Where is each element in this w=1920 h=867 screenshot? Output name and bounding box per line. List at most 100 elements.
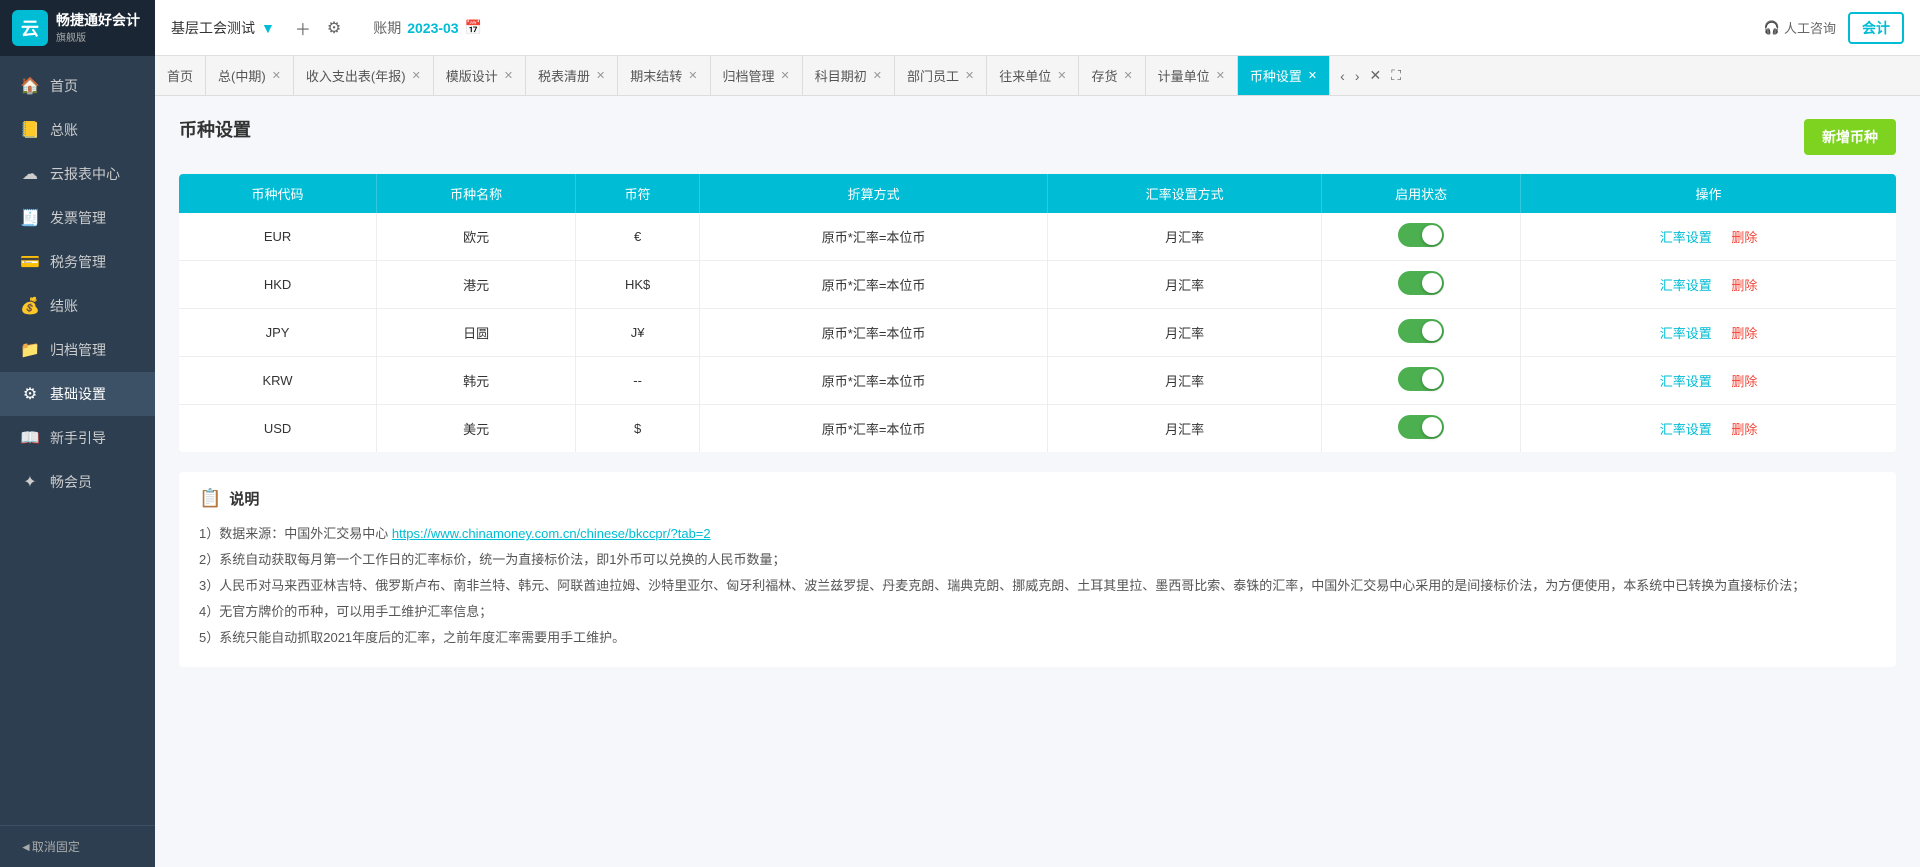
sidebar-item-settings[interactable]: ⚙ 基础设置 [0,372,155,416]
currency-table: 币种代码 币种名称 币符 折算方式 汇率设置方式 启用状态 操作 EUR 欧元 … [179,174,1896,452]
tab-inventory[interactable]: 存货 ✕ [1079,56,1145,96]
rate-setting-link[interactable]: 汇率设置 [1660,230,1712,245]
calendar-icon[interactable]: 📅 [465,19,482,36]
tab-tax-close[interactable]: ✕ [596,69,605,82]
notes-content: 1）数据来源：中国外汇交易中心 https://www.chinamoney.c… [199,521,1876,651]
tab-dept-close[interactable]: ✕ [965,69,974,82]
tab-next-button[interactable]: › [1351,66,1364,86]
sidebar-item-home[interactable]: 🏠 首页 [0,64,155,108]
account-button[interactable]: 会计 [1848,12,1904,44]
page-title: 币种设置 [179,116,251,142]
settings-button[interactable]: ⚙ [323,14,345,42]
note-item: 5）系统只能自动抓取2021年度后的汇率，之前年度汇率需要用手工维护。 [199,625,1876,651]
cloud-icon: ☁ [20,164,40,184]
delete-link[interactable]: 删除 [1731,278,1757,293]
tab-subjects-close[interactable]: ✕ [873,69,882,82]
col-status: 启用状态 [1322,174,1521,213]
status-toggle[interactable] [1398,223,1444,247]
page-content: 币种设置 新增币种 币种代码 币种名称 币符 折算方式 汇率设置方式 启用状态 … [155,96,1920,867]
table-row: USD 美元 $ 原币*汇率=本位币 月汇率 汇率设置 删除 [179,405,1896,453]
sidebar-item-invoice[interactable]: 🧾 发票管理 [0,196,155,240]
tab-balance[interactable]: 总(中期) ✕ [206,56,294,96]
service-button[interactable]: 🎧 人工咨询 [1764,18,1836,37]
tab-balance-close[interactable]: ✕ [272,69,281,82]
status-toggle[interactable] [1398,319,1444,343]
dropdown-icon: ▼ [261,20,275,36]
rate-setting-link[interactable]: 汇率设置 [1660,374,1712,389]
tab-inventory-close[interactable]: ✕ [1123,69,1132,82]
tab-dept[interactable]: 部门员工 ✕ [895,56,987,96]
project-selector[interactable]: 基层工会测试 ▼ [171,18,275,38]
cell-symbol: € [576,213,700,261]
col-code: 币种代码 [179,174,377,213]
sidebar-item-archive[interactable]: 📁 归档管理 [0,328,155,372]
toggle-circle [1422,369,1442,389]
status-toggle[interactable] [1398,367,1444,391]
tab-period-end[interactable]: 期末结转 ✕ [618,56,710,96]
tab-currency[interactable]: 币种设置 ✕ [1238,56,1330,96]
sidebar-item-checkout[interactable]: 💰 结账 [0,284,155,328]
sidebar-item-ledger[interactable]: 📒 总账 [0,108,155,152]
sidebar: 云 畅捷通好会计 旗舰版 🏠 首页 📒 总账 ☁ 云报表中心 🧾 发票管理 💳 … [0,0,155,867]
rate-setting-link[interactable]: 汇率设置 [1660,326,1712,341]
tab-tax[interactable]: 税表清册 ✕ [526,56,618,96]
table-row: KRW 韩元 -- 原币*汇率=本位币 月汇率 汇率设置 删除 [179,357,1896,405]
sidebar-item-label: 云报表中心 [50,164,120,184]
tab-units-close[interactable]: ✕ [1057,69,1066,82]
delete-link[interactable]: 删除 [1731,422,1757,437]
sidebar-item-label: 首页 [50,76,78,96]
tab-unit-measure[interactable]: 计量单位 ✕ [1146,56,1238,96]
sidebar-item-reports[interactable]: ☁ 云报表中心 [0,152,155,196]
tab-income-close[interactable]: ✕ [412,69,421,82]
tab-subjects[interactable]: 科目期初 ✕ [803,56,895,96]
tab-currency-label: 币种设置 [1250,66,1302,85]
tab-income[interactable]: 收入支出表(年报) ✕ [294,56,434,96]
status-toggle[interactable] [1398,271,1444,295]
new-currency-button[interactable]: 新增币种 [1804,119,1896,155]
cell-code: JPY [179,309,377,357]
delete-link[interactable]: 删除 [1731,326,1757,341]
tab-template[interactable]: 模版设计 ✕ [434,56,526,96]
cell-symbol: J¥ [576,309,700,357]
delete-link[interactable]: 删除 [1731,374,1757,389]
tab-close-all-button[interactable]: ✕ [1365,65,1385,86]
main-area: 基层工会测试 ▼ ＋ ⚙ 账期 2023-03 📅 🎧 人工咨询 会计 首页 总… [155,0,1920,867]
cell-calc: 原币*汇率=本位币 [700,213,1048,261]
notes-title-text: 说明 [229,488,259,509]
tab-prev-button[interactable]: ‹ [1336,66,1349,86]
toggle-circle [1422,321,1442,341]
tab-units[interactable]: 往来单位 ✕ [987,56,1079,96]
headset-icon: 🎧 [1764,20,1780,36]
toggle-circle [1422,225,1442,245]
tab-period-end-close[interactable]: ✕ [688,69,697,82]
tab-currency-close[interactable]: ✕ [1308,69,1317,82]
tab-balance-label: 总(中期) [218,66,266,85]
sidebar-item-guide[interactable]: 📖 新手引导 [0,416,155,460]
home-icon: 🏠 [20,76,40,96]
cell-code: USD [179,405,377,453]
rate-setting-link[interactable]: 汇率设置 [1660,278,1712,293]
source-link[interactable]: https://www.chinamoney.com.cn/chinese/bk… [392,526,711,541]
add-project-button[interactable]: ＋ [291,12,315,44]
status-toggle[interactable] [1398,415,1444,439]
tab-archive-close[interactable]: ✕ [781,69,790,82]
sidebar-item-tax[interactable]: 💳 税务管理 [0,240,155,284]
sidebar-item-label: 畅会员 [50,472,92,492]
tab-home-label: 首页 [167,66,193,85]
tab-unit-measure-close[interactable]: ✕ [1216,69,1225,82]
tab-archive[interactable]: 归档管理 ✕ [711,56,803,96]
tab-template-close[interactable]: ✕ [504,69,513,82]
note-item: 4）无官方牌价的币种，可以用手工维护汇率信息； [199,599,1876,625]
cell-symbol: -- [576,357,700,405]
sidebar-toggle[interactable]: ◄取消固定 [0,825,155,867]
cell-rate-type: 月汇率 [1048,405,1322,453]
sidebar-item-member[interactable]: ✦ 畅会员 [0,460,155,504]
sidebar-item-label: 总账 [50,120,78,140]
sidebar-toggle-label: ◄取消固定 [20,838,80,855]
cell-status [1322,357,1521,405]
delete-link[interactable]: 删除 [1731,230,1757,245]
rate-setting-link[interactable]: 汇率设置 [1660,422,1712,437]
tab-fullscreen-button[interactable]: ⛶ [1387,65,1405,86]
table-row: JPY 日圆 J¥ 原币*汇率=本位币 月汇率 汇率设置 删除 [179,309,1896,357]
tab-home[interactable]: 首页 [155,56,206,96]
